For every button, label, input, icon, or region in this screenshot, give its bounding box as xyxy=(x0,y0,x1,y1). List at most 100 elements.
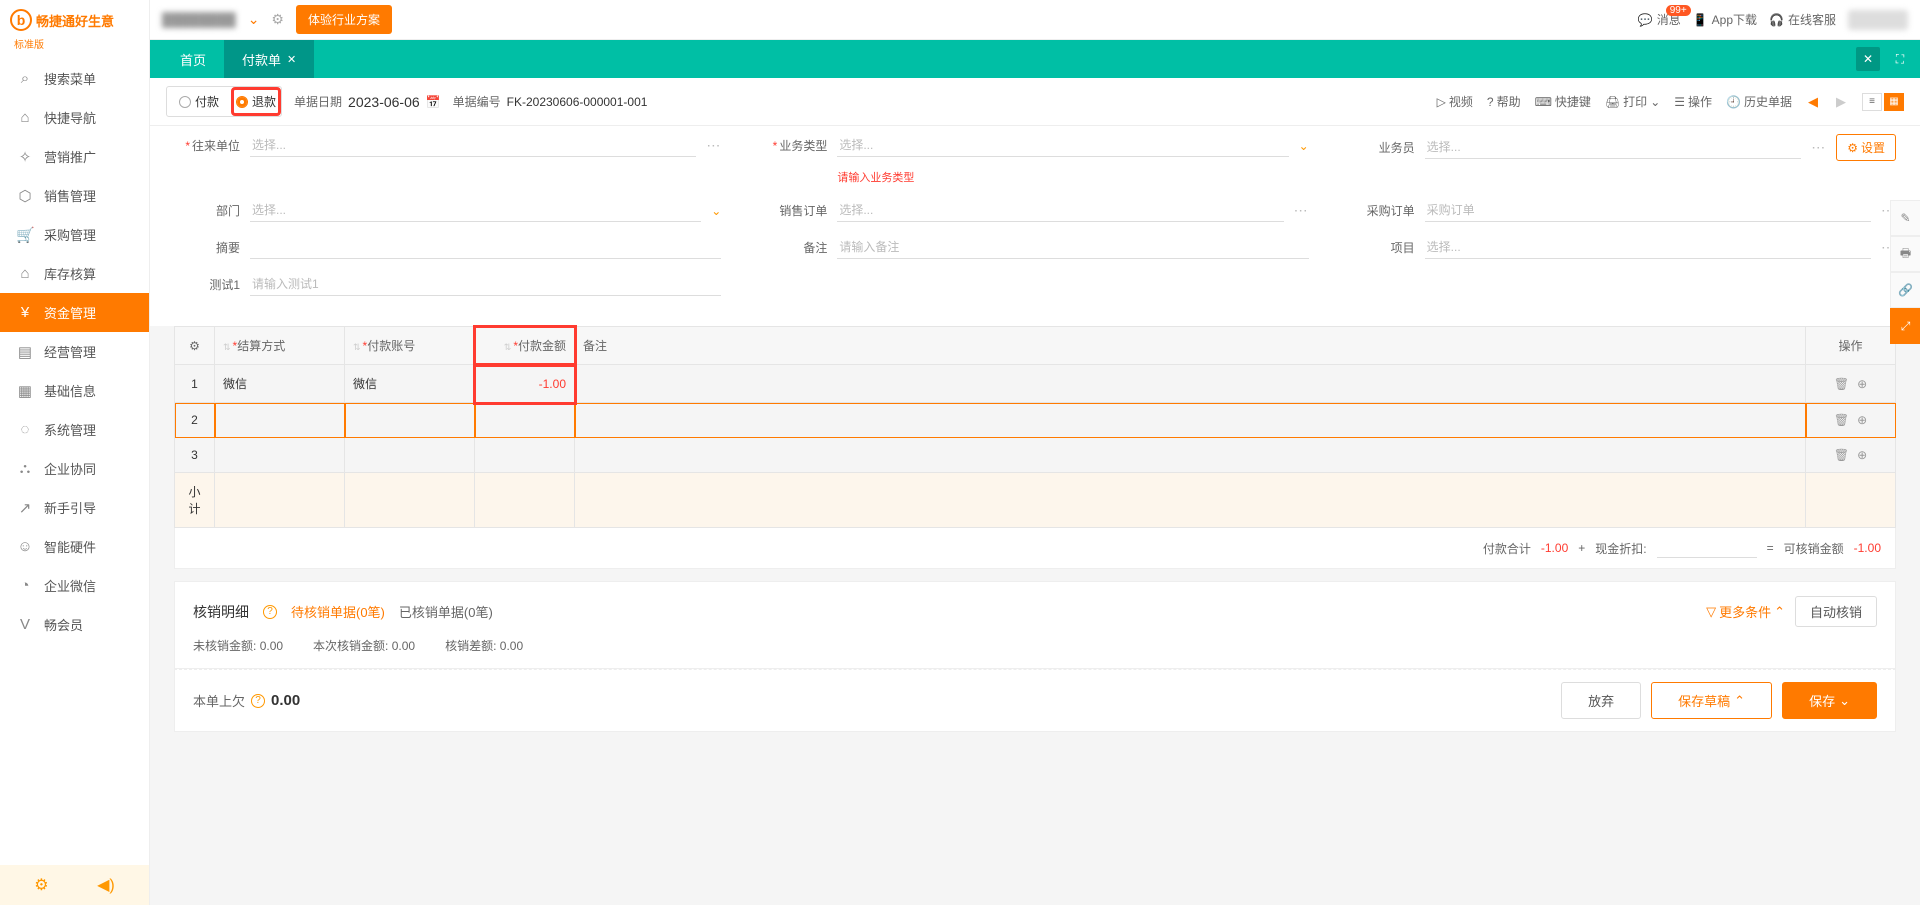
sidebar-item[interactable]: ⌂快捷导航 xyxy=(0,98,149,137)
add-row-icon[interactable]: ⊕ xyxy=(1857,377,1867,391)
cell-method[interactable] xyxy=(215,438,345,473)
history-link[interactable]: 🕘历史单据 xyxy=(1726,93,1792,110)
operate-link[interactable]: ☰操作 xyxy=(1674,93,1712,110)
strip-note-icon[interactable]: ✎ xyxy=(1890,200,1920,236)
summary-input[interactable] xyxy=(250,236,721,259)
more-icon[interactable]: ⋯ xyxy=(1811,139,1826,156)
biztype-input[interactable] xyxy=(837,134,1288,157)
radio-refund[interactable]: 退款 xyxy=(231,87,281,116)
cell-account[interactable]: 微信 xyxy=(345,365,475,403)
sidebar-item[interactable]: 🛒采购管理 xyxy=(0,215,149,254)
strip-attach-icon[interactable]: 🔗 xyxy=(1890,272,1920,308)
table-row[interactable]: 2🗑⊕ xyxy=(175,403,1896,438)
sidebar-item[interactable]: ▤经营管理 xyxy=(0,332,149,371)
org-dropdown-icon[interactable]: ⌄ xyxy=(248,11,260,28)
delete-row-icon[interactable]: 🗑 xyxy=(1834,448,1849,462)
radio-payment[interactable]: 付款 xyxy=(167,87,231,116)
sidebar-item[interactable]: ↗新手引导 xyxy=(0,488,149,527)
cell-remark[interactable] xyxy=(575,365,1806,403)
add-row-icon[interactable]: ⊕ xyxy=(1857,448,1867,462)
save-draft-button[interactable]: 保存草稿⌃ xyxy=(1651,682,1772,719)
sound-icon[interactable]: ◀) xyxy=(97,875,115,895)
more-icon[interactable]: ⋯ xyxy=(1294,202,1309,219)
partner-input[interactable] xyxy=(250,134,696,157)
user-avatar-blurred[interactable] xyxy=(1848,10,1908,30)
dept-input[interactable] xyxy=(250,199,701,222)
help-icon[interactable]: ? xyxy=(251,694,265,708)
chevron-down-icon[interactable]: ⌄ xyxy=(711,204,721,218)
more-conditions-link[interactable]: ▽更多条件⌃ xyxy=(1706,602,1785,621)
print-link[interactable]: 🖨打印⌄ xyxy=(1605,93,1660,110)
tab-fullscreen-icon[interactable]: ⛶ xyxy=(1888,47,1912,71)
done-tab[interactable]: 已核销单据(0笔) xyxy=(399,602,493,621)
next-doc-icon[interactable]: ▶ xyxy=(1834,94,1848,110)
print-icon: 🖨 xyxy=(1605,95,1620,109)
cashdiscount-input[interactable] xyxy=(1657,538,1757,558)
try-plan-button[interactable]: 体验行业方案 xyxy=(296,5,392,34)
remark-input[interactable] xyxy=(837,236,1308,259)
header-gear-icon[interactable]: ⚙ xyxy=(271,11,284,28)
close-icon[interactable]: ✕ xyxy=(287,53,296,66)
prev-doc-icon[interactable]: ◀ xyxy=(1806,94,1820,110)
app-download-link[interactable]: 📱 App下载 xyxy=(1693,11,1757,28)
cell-account[interactable] xyxy=(345,403,475,438)
video-link[interactable]: ▷视频 xyxy=(1437,93,1473,110)
sidebar-item[interactable]: ⛬企业协同 xyxy=(0,449,149,488)
sidebar-item[interactable]: ✧营销推广 xyxy=(0,137,149,176)
delete-row-icon[interactable]: 🗑 xyxy=(1834,377,1849,391)
tab[interactable]: 首页 xyxy=(162,40,224,78)
sidebar-item[interactable]: ⌕搜索菜单 xyxy=(0,59,149,98)
purchorder-input[interactable] xyxy=(1425,199,1871,222)
calendar-icon[interactable]: 📅 xyxy=(426,95,441,109)
project-input[interactable] xyxy=(1425,236,1871,259)
save-button[interactable]: 保存⌄ xyxy=(1782,682,1877,719)
add-row-icon[interactable]: ⊕ xyxy=(1857,413,1867,427)
shortcut-link[interactable]: ⌨快捷键 xyxy=(1535,93,1591,110)
delete-row-icon[interactable]: 🗑 xyxy=(1834,413,1849,427)
view-list-icon[interactable]: ≡ xyxy=(1862,93,1882,111)
view-form-icon[interactable]: ▦ xyxy=(1884,93,1904,111)
table-row[interactable]: 1微信微信-1.00🗑⊕ xyxy=(175,365,1896,403)
online-service-link[interactable]: 🎧 在线客服 xyxy=(1769,11,1836,28)
salesman-input[interactable] xyxy=(1425,136,1802,159)
cell-amount[interactable] xyxy=(475,403,575,438)
chevron-down-icon[interactable]: ⌄ xyxy=(1299,139,1309,153)
help-icon[interactable]: ? xyxy=(263,605,277,619)
sidebar-item[interactable]: ¥资金管理 xyxy=(0,293,149,332)
cell-amount[interactable] xyxy=(475,438,575,473)
cell-remark[interactable] xyxy=(575,438,1806,473)
sidebar-item[interactable]: ☺智能硬件 xyxy=(0,527,149,566)
auto-writeoff-button[interactable]: 自动核销 xyxy=(1795,596,1877,627)
sidebar-item[interactable]: ⬡销售管理 xyxy=(0,176,149,215)
sidebar-item[interactable]: ◌系统管理 xyxy=(0,410,149,449)
table-row[interactable]: 3🗑⊕ xyxy=(175,438,1896,473)
cell-remark[interactable] xyxy=(575,403,1806,438)
sidebar-item[interactable]: ⌂库存核算 xyxy=(0,254,149,293)
sort-icon[interactable]: ⇅ xyxy=(353,342,361,352)
strip-expand-icon[interactable]: ⤢ xyxy=(1890,308,1920,344)
doc-date-value[interactable]: 2023-06-06 xyxy=(348,94,420,110)
sidebar-item[interactable]: V畅会员 xyxy=(0,605,149,644)
sort-icon[interactable]: ⇅ xyxy=(504,342,512,352)
cell-method[interactable] xyxy=(215,403,345,438)
more-icon[interactable]: ⋯ xyxy=(706,137,721,154)
strip-print-icon[interactable]: 🖶 xyxy=(1890,236,1920,272)
pending-tab[interactable]: 待核销单据(0笔) xyxy=(291,602,385,621)
form-settings-button[interactable]: ⚙设置 xyxy=(1836,134,1896,161)
messages-link[interactable]: 💬 消息 99+ xyxy=(1638,11,1681,28)
tab[interactable]: 付款单✕ xyxy=(224,40,314,78)
sort-icon[interactable]: ⇅ xyxy=(223,342,231,352)
sidebar-item[interactable]: ◔企业微信 xyxy=(0,566,149,605)
sidebar-item[interactable]: ▦基础信息 xyxy=(0,371,149,410)
cell-amount[interactable]: -1.00 xyxy=(475,365,575,403)
test1-input[interactable] xyxy=(250,273,721,296)
settings-gear-icon[interactable]: ⚙ xyxy=(34,875,48,895)
help-link[interactable]: ?帮助 xyxy=(1487,93,1521,110)
cell-account[interactable] xyxy=(345,438,475,473)
discard-button[interactable]: 放弃 xyxy=(1561,682,1641,719)
tab-close-all-icon[interactable]: ✕ xyxy=(1856,47,1880,71)
cell-method[interactable]: 微信 xyxy=(215,365,345,403)
messages-badge: 99+ xyxy=(1666,5,1691,16)
salesorder-input[interactable] xyxy=(837,199,1283,222)
table-settings-icon[interactable]: ⚙ xyxy=(189,339,200,353)
